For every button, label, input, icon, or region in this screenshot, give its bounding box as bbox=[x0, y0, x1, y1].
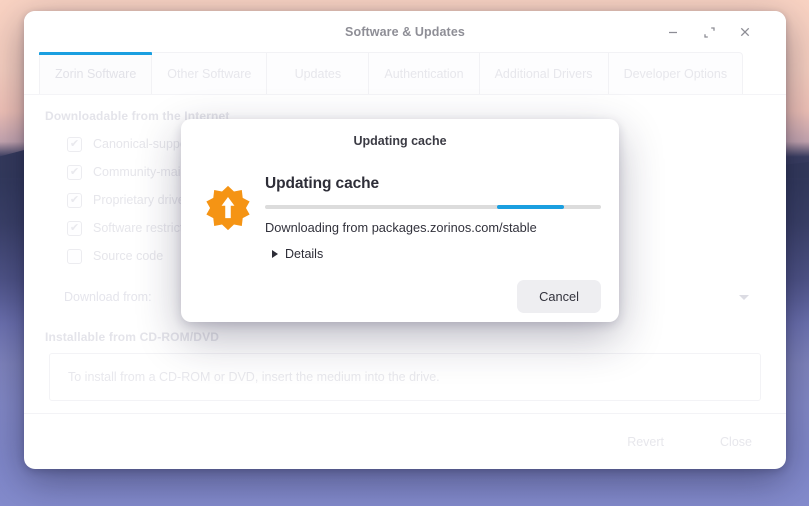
chevron-down-icon bbox=[739, 294, 749, 300]
cdrom-panel: To install from a CD-ROM or DVD, insert … bbox=[49, 353, 761, 401]
minimize-icon[interactable] bbox=[664, 23, 682, 41]
dialog-heading: Updating cache bbox=[265, 175, 380, 192]
progress-status-text: Downloading from packages.zorinos.com/st… bbox=[265, 220, 537, 235]
close-icon[interactable] bbox=[736, 23, 754, 41]
tab-label: Other Software bbox=[167, 66, 252, 81]
checkbox-icon[interactable] bbox=[67, 248, 82, 264]
updating-cache-dialog: Updating cache Updating cache Downloadin… bbox=[181, 119, 619, 322]
dialog-titlebar: Updating cache bbox=[181, 119, 619, 163]
cdrom-hint-text: To install from a CD-ROM or DVD, insert … bbox=[68, 370, 440, 384]
tab-developer-options[interactable]: Developer Options bbox=[608, 52, 744, 94]
details-disclosure[interactable]: Details bbox=[265, 247, 601, 261]
checkbox-icon[interactable]: ✔ bbox=[67, 136, 82, 152]
tab-additional-drivers[interactable]: Additional Drivers bbox=[479, 52, 609, 94]
tab-label: Developer Options bbox=[623, 66, 728, 81]
desktop-background: Software & Updates Zorin Software Other … bbox=[0, 0, 809, 506]
checkbox-icon[interactable]: ✔ bbox=[67, 220, 82, 236]
checkbox-icon[interactable]: ✔ bbox=[67, 164, 82, 180]
triangle-right-icon bbox=[272, 250, 278, 258]
window-title: Software & Updates bbox=[345, 24, 465, 39]
revert-button[interactable]: Revert bbox=[617, 429, 674, 455]
tab-label: Additional Drivers bbox=[494, 66, 593, 81]
tab-label: Zorin Software bbox=[55, 66, 137, 81]
dialog-body: Updating cache Downloading from packages… bbox=[181, 163, 619, 270]
software-updater-icon bbox=[206, 185, 250, 231]
details-label: Details bbox=[285, 247, 324, 261]
close-button[interactable]: Close bbox=[710, 429, 762, 455]
window-titlebar: Software & Updates bbox=[24, 11, 786, 52]
checkbox-icon[interactable]: ✔ bbox=[67, 192, 82, 208]
tab-zorin-software[interactable]: Zorin Software bbox=[39, 52, 153, 94]
dialog-title: Updating cache bbox=[353, 134, 447, 148]
tab-authentication[interactable]: Authentication bbox=[369, 52, 480, 94]
dialog-footer: Cancel bbox=[181, 270, 619, 322]
progress-bar-fill bbox=[496, 205, 565, 209]
tab-other-software[interactable]: Other Software bbox=[152, 52, 268, 94]
maximize-icon[interactable] bbox=[700, 23, 718, 41]
download-from-label: Download from: bbox=[64, 290, 152, 304]
dialog-main-column: Updating cache Downloading from packages… bbox=[257, 163, 601, 270]
window-footer: Revert Close bbox=[24, 413, 786, 469]
tab-label: Authentication bbox=[384, 66, 464, 81]
cancel-button[interactable]: Cancel bbox=[517, 279, 601, 313]
tab-label: Updates bbox=[294, 66, 342, 81]
section-title-cdrom: Installable from CD-ROM/DVD bbox=[45, 330, 220, 344]
tab-updates[interactable]: Updates bbox=[267, 52, 370, 94]
dialog-icon-container bbox=[199, 163, 257, 270]
progress-bar bbox=[265, 205, 601, 209]
repo-label: Source code bbox=[93, 249, 164, 263]
tab-bar: Zorin Software Other Software Updates Au… bbox=[24, 52, 786, 94]
